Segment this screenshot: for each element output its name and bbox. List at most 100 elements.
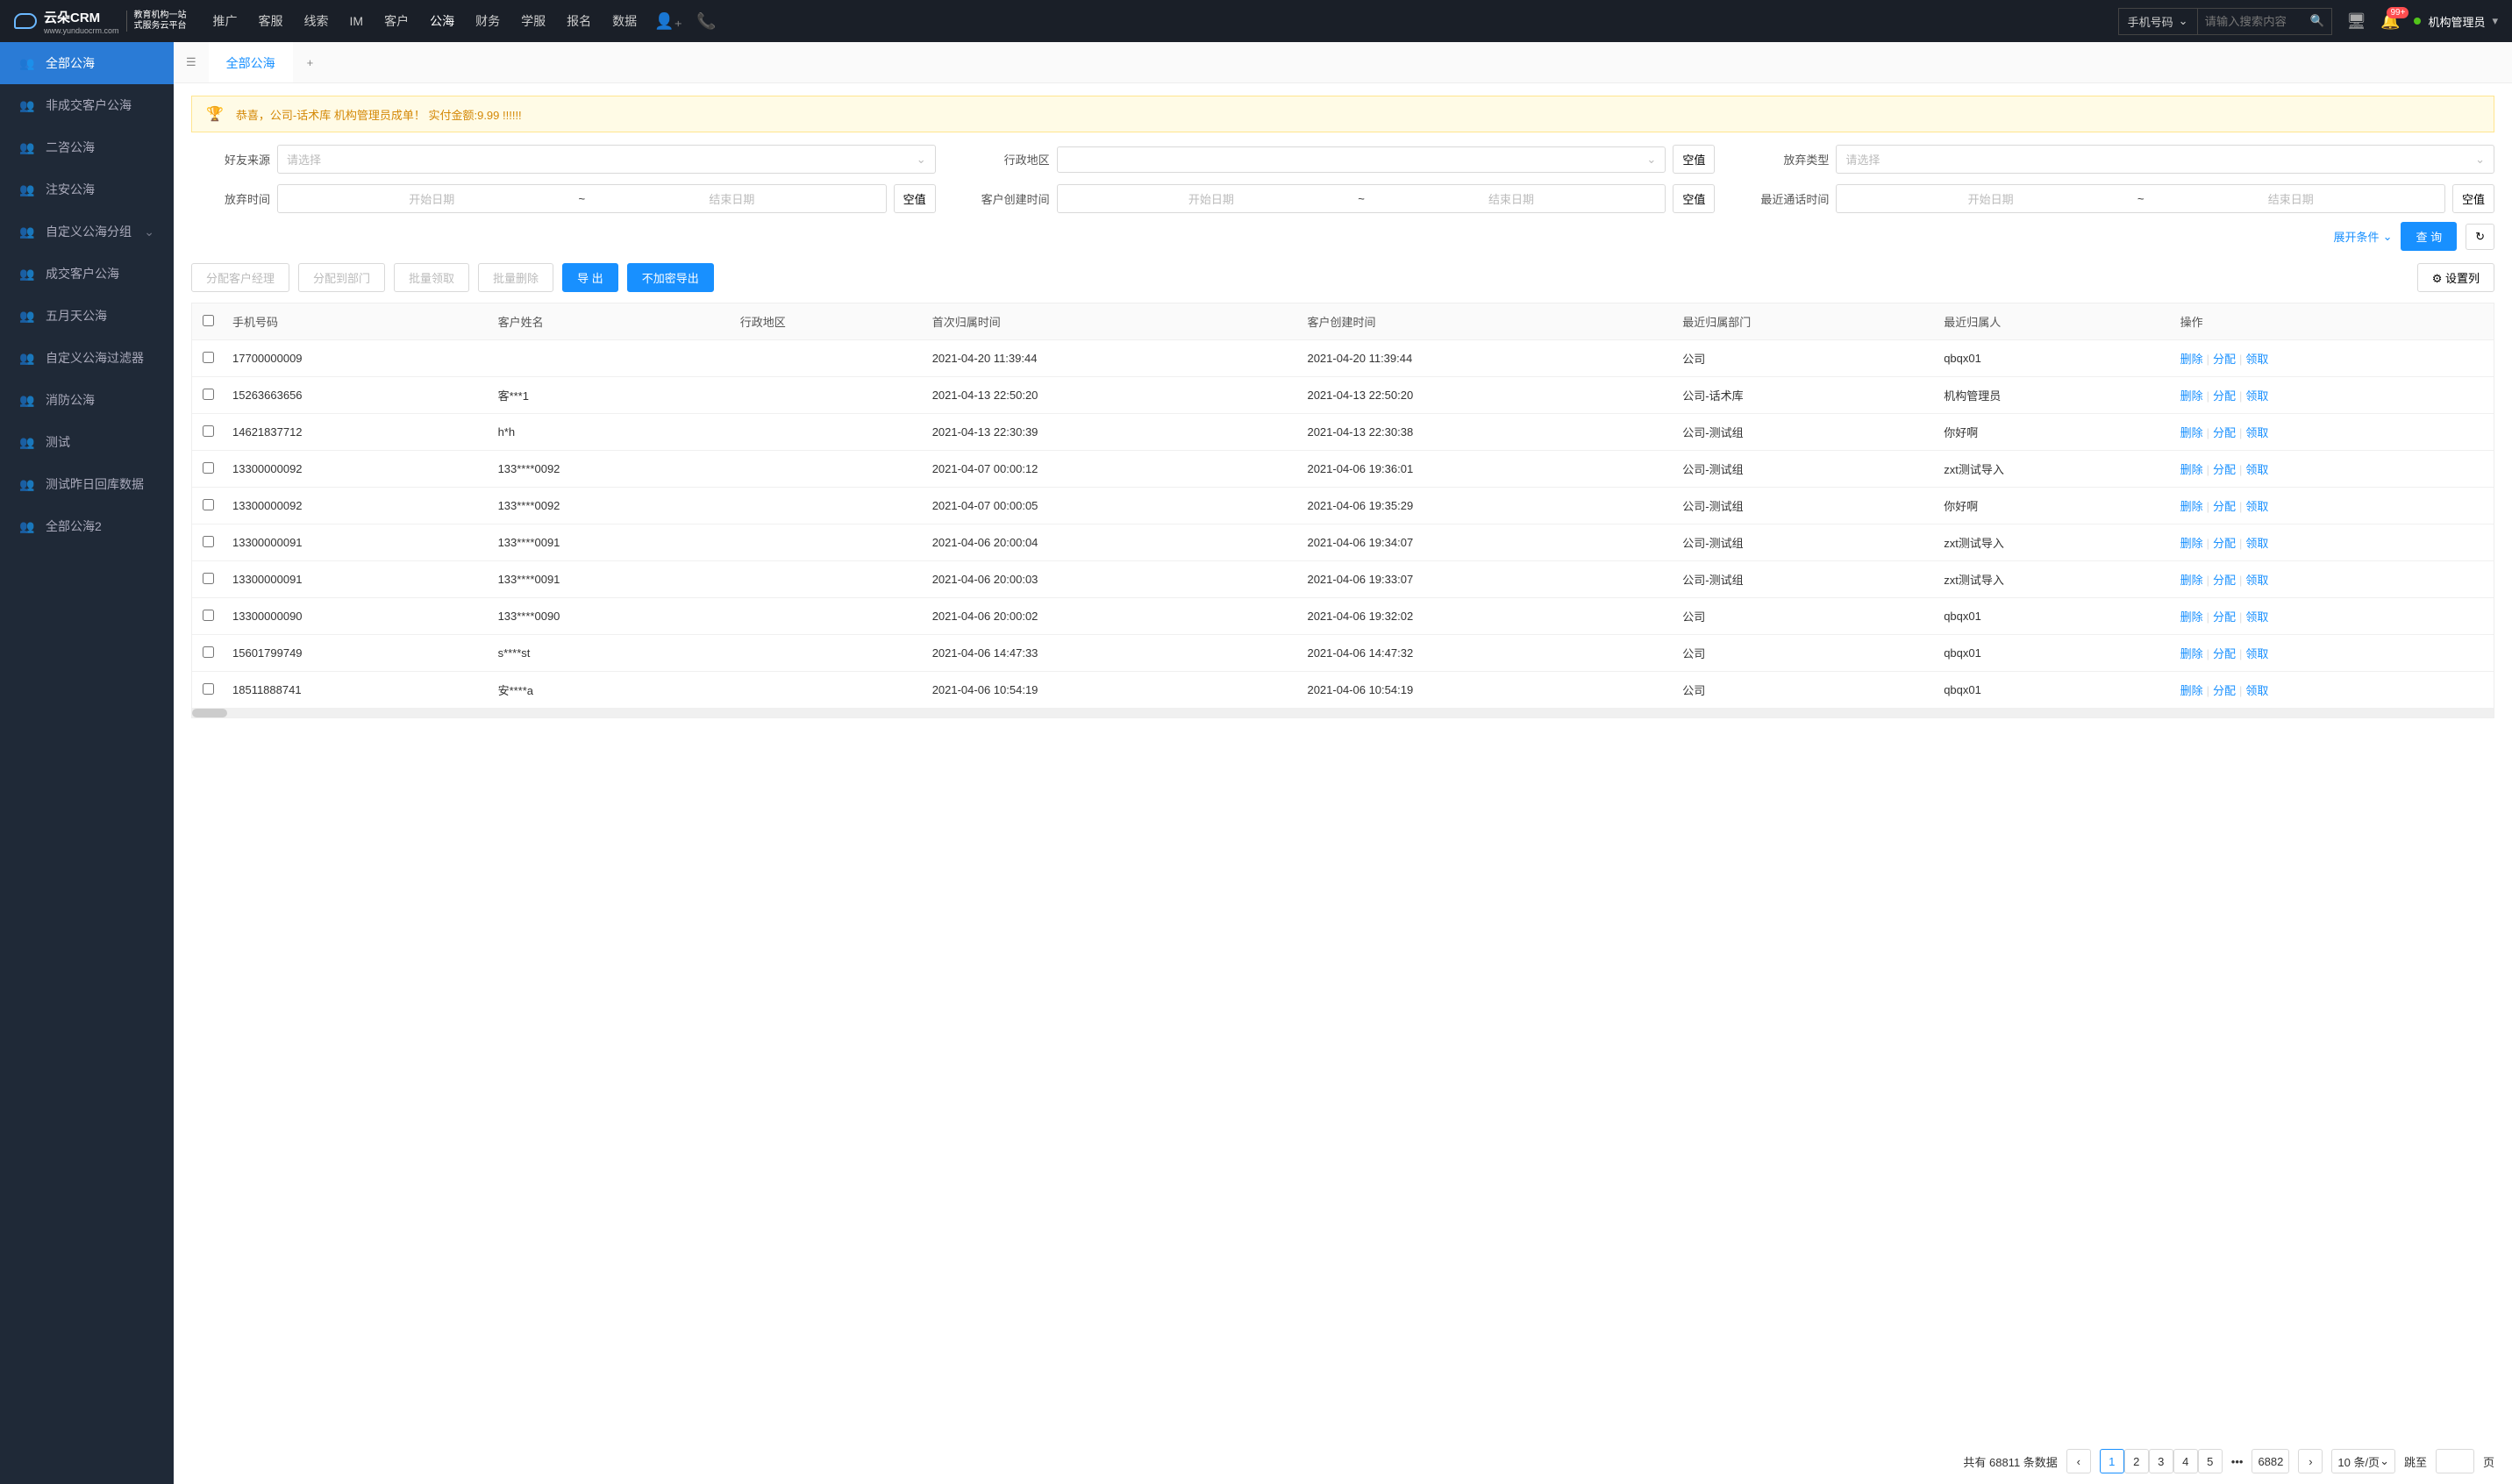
row-claim-button[interactable]: 领取	[2245, 610, 2268, 624]
row-claim-button[interactable]: 领取	[2245, 537, 2268, 550]
row-delete-button[interactable]: 删除	[2180, 647, 2203, 660]
row-claim-button[interactable]: 领取	[2245, 353, 2268, 366]
row-assign-button[interactable]: 分配	[2213, 500, 2236, 513]
tab-all-public[interactable]: 全部公海	[209, 42, 293, 82]
row-assign-button[interactable]: 分配	[2213, 684, 2236, 697]
row-checkbox[interactable]	[203, 425, 214, 437]
page-number-button[interactable]: 3	[2149, 1449, 2173, 1473]
page-number-button[interactable]: 2	[2124, 1449, 2149, 1473]
search-type-select[interactable]: 手机号码⌄	[2119, 9, 2198, 34]
sidebar-item-成交客户公海[interactable]: 👥成交客户公海	[0, 253, 174, 295]
row-checkbox[interactable]	[203, 352, 214, 363]
row-claim-button[interactable]: 领取	[2245, 574, 2268, 587]
sidebar-item-消防公海[interactable]: 👥消防公海	[0, 379, 174, 421]
nav-item-推广[interactable]: 推广	[213, 12, 238, 30]
batch-claim-button[interactable]: 批量领取	[394, 263, 469, 292]
nav-item-公海[interactable]: 公海	[430, 12, 454, 30]
row-delete-button[interactable]: 删除	[2180, 426, 2203, 439]
bell-icon[interactable]: 🔔99+	[2380, 12, 2400, 31]
row-claim-button[interactable]: 领取	[2245, 463, 2268, 476]
create-time-null-button[interactable]: 空值	[1673, 184, 1715, 213]
region-null-button[interactable]: 空值	[1673, 145, 1715, 174]
expand-filters-button[interactable]: 展开条件 ⌄	[2334, 228, 2393, 245]
logo[interactable]: 云朵CRM www.yunduocrm.com 教育机构一站 式服务云平台	[14, 8, 187, 35]
export-button[interactable]: 导 出	[562, 263, 618, 292]
row-checkbox[interactable]	[203, 610, 214, 621]
page-number-button[interactable]: 5	[2198, 1449, 2223, 1473]
row-delete-button[interactable]: 删除	[2180, 537, 2203, 550]
row-assign-button[interactable]: 分配	[2213, 647, 2236, 660]
nav-item-线索[interactable]: 线索	[304, 12, 329, 30]
sidebar-item-测试[interactable]: 👥测试	[0, 421, 174, 463]
tab-list-icon[interactable]: ☰	[174, 45, 209, 80]
row-assign-button[interactable]: 分配	[2213, 463, 2236, 476]
sidebar-item-二咨公海[interactable]: 👥二咨公海	[0, 126, 174, 168]
assign-dept-button[interactable]: 分配到部门	[298, 263, 385, 292]
row-checkbox[interactable]	[203, 462, 214, 474]
sidebar-item-自定义公海分组[interactable]: 👥自定义公海分组⌄	[0, 210, 174, 253]
row-claim-button[interactable]: 领取	[2245, 426, 2268, 439]
set-columns-button[interactable]: ⚙ 设置列	[2417, 263, 2494, 292]
search-input[interactable]	[2198, 9, 2303, 34]
row-delete-button[interactable]: 删除	[2180, 684, 2203, 697]
row-assign-button[interactable]: 分配	[2213, 426, 2236, 439]
row-checkbox[interactable]	[203, 573, 214, 584]
sidebar-item-测试昨日回库数据[interactable]: 👥测试昨日回库数据	[0, 463, 174, 505]
page-prev-button[interactable]: ‹	[2066, 1449, 2091, 1473]
sidebar-item-五月天公海[interactable]: 👥五月天公海	[0, 295, 174, 337]
row-assign-button[interactable]: 分配	[2213, 610, 2236, 624]
nav-item-客服[interactable]: 客服	[259, 12, 283, 30]
nav-item-财务[interactable]: 财务	[475, 12, 500, 30]
row-delete-button[interactable]: 删除	[2180, 574, 2203, 587]
row-checkbox[interactable]	[203, 683, 214, 695]
user-menu[interactable]: 机构管理员 ▾	[2414, 13, 2498, 30]
row-delete-button[interactable]: 删除	[2180, 610, 2203, 624]
region-select[interactable]: ⌄	[1057, 146, 1666, 173]
recent-call-null-button[interactable]: 空值	[2452, 184, 2494, 213]
sidebar-item-自定义公海过滤器[interactable]: 👥自定义公海过滤器	[0, 337, 174, 379]
sidebar-item-非成交客户公海[interactable]: 👥非成交客户公海	[0, 84, 174, 126]
nav-item-客户[interactable]: 客户	[384, 12, 409, 30]
row-claim-button[interactable]: 领取	[2245, 500, 2268, 513]
row-delete-button[interactable]: 删除	[2180, 463, 2203, 476]
add-user-icon[interactable]: 👤₊	[654, 12, 682, 31]
row-checkbox[interactable]	[203, 536, 214, 547]
export-plain-button[interactable]: 不加密导出	[627, 263, 714, 292]
query-button[interactable]: 查 询	[2401, 222, 2457, 251]
page-size-select[interactable]: 10 条/页 ⌄	[2331, 1449, 2395, 1473]
abandon-type-select[interactable]: 请选择⌄	[1836, 145, 2494, 174]
page-number-button[interactable]: 4	[2173, 1449, 2198, 1473]
nav-item-数据[interactable]: 数据	[612, 12, 637, 30]
row-assign-button[interactable]: 分配	[2213, 353, 2236, 366]
refresh-icon[interactable]: ↻	[2466, 224, 2494, 250]
row-checkbox[interactable]	[203, 499, 214, 510]
page-jump-input[interactable]	[2436, 1449, 2474, 1473]
row-assign-button[interactable]: 分配	[2213, 537, 2236, 550]
row-checkbox[interactable]	[203, 389, 214, 400]
nav-item-学服[interactable]: 学服	[521, 12, 546, 30]
sidebar-item-注安公海[interactable]: 👥注安公海	[0, 168, 174, 210]
row-checkbox[interactable]	[203, 646, 214, 658]
horizontal-scrollbar[interactable]	[192, 709, 2494, 717]
abandon-time-null-button[interactable]: 空值	[894, 184, 936, 213]
row-delete-button[interactable]: 删除	[2180, 500, 2203, 513]
create-time-range[interactable]: 开始日期~结束日期	[1057, 184, 1666, 213]
search-icon[interactable]: 🔍	[2303, 9, 2332, 34]
select-all-checkbox[interactable]	[203, 315, 214, 326]
abandon-time-range[interactable]: 开始日期~结束日期	[277, 184, 887, 213]
row-assign-button[interactable]: 分配	[2213, 389, 2236, 403]
row-claim-button[interactable]: 领取	[2245, 647, 2268, 660]
recent-call-range[interactable]: 开始日期~结束日期	[1836, 184, 2445, 213]
sidebar-item-全部公海[interactable]: 👥全部公海	[0, 42, 174, 84]
row-claim-button[interactable]: 领取	[2245, 684, 2268, 697]
nav-item-IM[interactable]: IM	[350, 14, 364, 28]
row-assign-button[interactable]: 分配	[2213, 574, 2236, 587]
page-next-button[interactable]: ›	[2298, 1449, 2323, 1473]
row-delete-button[interactable]: 删除	[2180, 389, 2203, 403]
assign-manager-button[interactable]: 分配客户经理	[191, 263, 289, 292]
batch-delete-button[interactable]: 批量删除	[478, 263, 553, 292]
nav-item-报名[interactable]: 报名	[567, 12, 591, 30]
page-last-button[interactable]: 6882	[2252, 1449, 2289, 1473]
sidebar-item-全部公海2[interactable]: 👥全部公海2	[0, 505, 174, 547]
friend-source-select[interactable]: 请选择⌄	[277, 145, 936, 174]
